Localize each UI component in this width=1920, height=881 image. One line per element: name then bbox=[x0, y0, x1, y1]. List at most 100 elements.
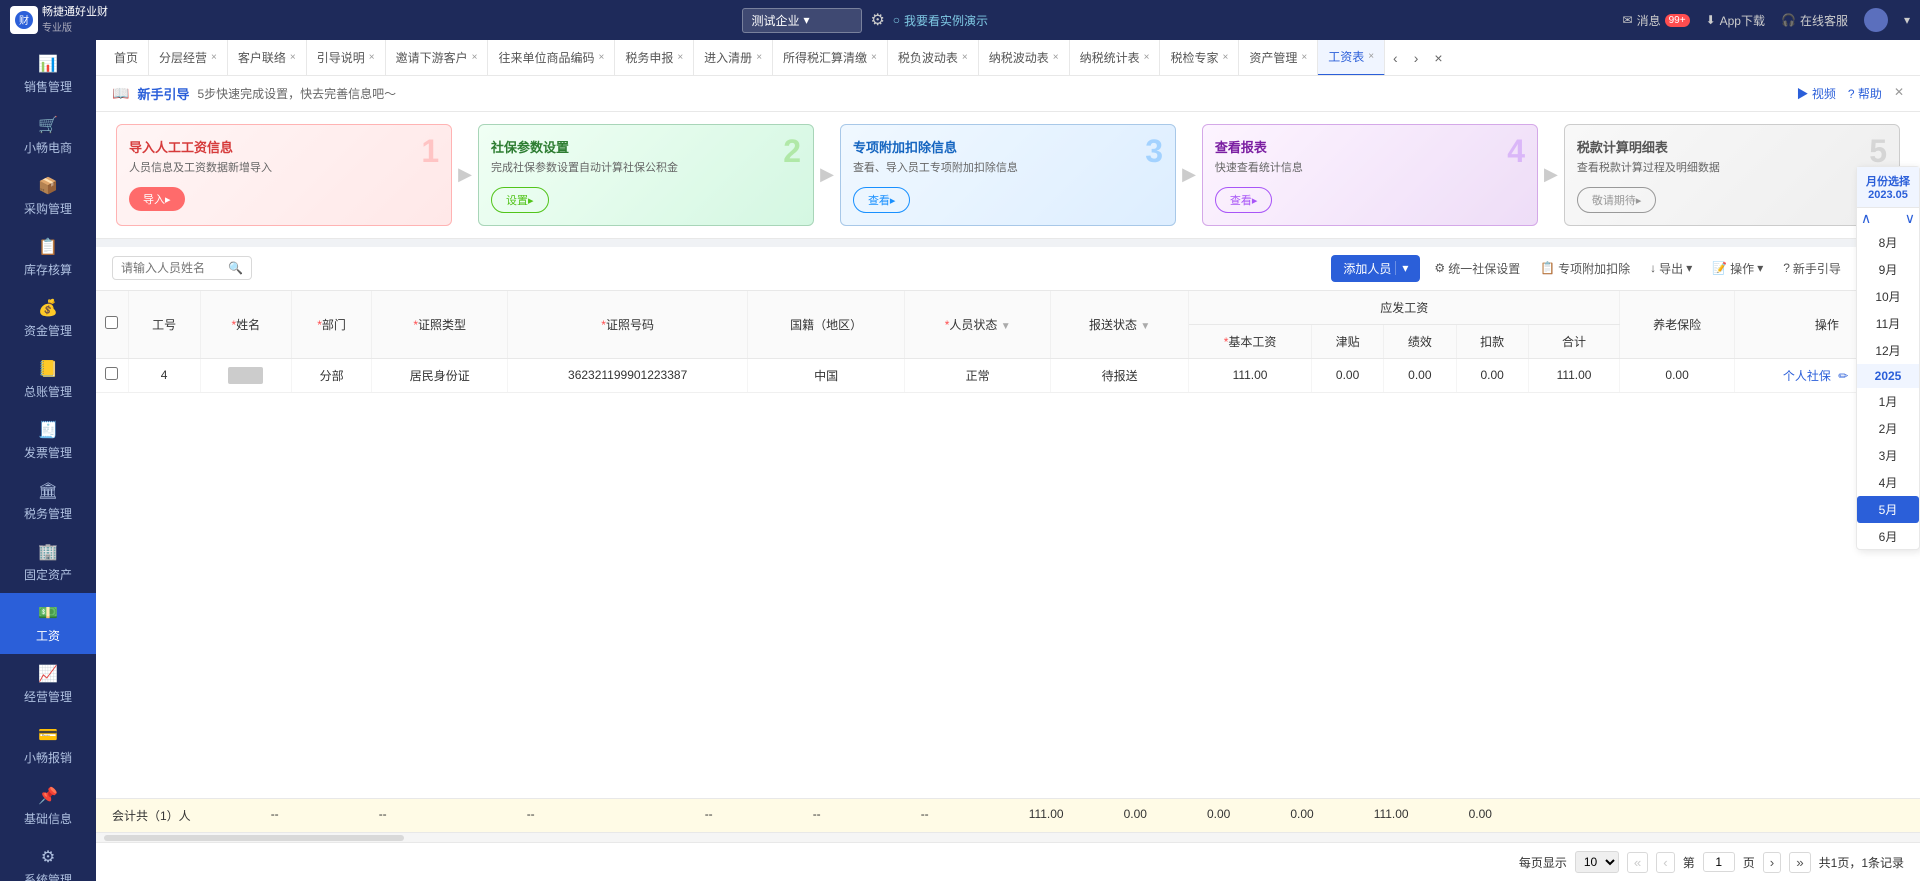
close-tab-asset-mgmt[interactable]: × bbox=[1301, 52, 1307, 63]
select-all-checkbox[interactable] bbox=[105, 316, 118, 329]
social-security-settings-btn[interactable]: ⚙ 统一社保设置 bbox=[1428, 256, 1526, 281]
step-btn-3[interactable]: 查看▸ bbox=[853, 187, 911, 213]
guide-help-link[interactable]: ? 帮助 bbox=[1848, 85, 1882, 102]
tab-tax-stats[interactable]: 纳税统计表× bbox=[1070, 40, 1161, 76]
settings-icon[interactable]: ⚙ bbox=[870, 10, 884, 30]
month-item-2[interactable]: 2月 bbox=[1857, 415, 1919, 442]
first-page-btn[interactable]: « bbox=[1627, 852, 1648, 873]
close-tab-clearance[interactable]: × bbox=[756, 52, 762, 63]
step-btn-4[interactable]: 查看▸ bbox=[1215, 187, 1273, 213]
search-box[interactable]: 🔍 bbox=[112, 256, 252, 280]
month-nav-up[interactable]: ∧ bbox=[1861, 210, 1871, 227]
tab-wage-table[interactable]: 工资表× bbox=[1318, 40, 1385, 76]
tab-layered[interactable]: 分层经营× bbox=[149, 40, 228, 76]
add-person-dropdown-icon[interactable]: ▾ bbox=[1395, 261, 1408, 275]
month-item-1[interactable]: 1月 bbox=[1857, 388, 1919, 415]
month-item-9[interactable]: 9月 bbox=[1857, 256, 1919, 283]
tab-tax-expert[interactable]: 税检专家× bbox=[1160, 40, 1239, 76]
demo-link[interactable]: ○ 我要看实例演示 bbox=[893, 12, 988, 29]
org-selector[interactable]: 测试企业 ▾ bbox=[742, 8, 862, 33]
sidebar-item-purchase[interactable]: 📦 采购管理 bbox=[0, 166, 96, 227]
sidebar-item-ecommerce[interactable]: 🛒 小畅电商 bbox=[0, 105, 96, 166]
horizontal-scroll-thumb[interactable] bbox=[104, 835, 404, 841]
month-item-6[interactable]: 6月 bbox=[1857, 523, 1919, 549]
month-item-4[interactable]: 4月 bbox=[1857, 469, 1919, 496]
footer-basewage: 111.00 bbox=[1029, 807, 1064, 824]
user-menu[interactable]: ▾ bbox=[1904, 13, 1910, 27]
month-item-10[interactable]: 10月 bbox=[1857, 283, 1919, 310]
step-title-4: 查看报表 bbox=[1215, 137, 1525, 156]
tabs-prev[interactable]: ‹ bbox=[1385, 50, 1406, 66]
sidebar-item-system[interactable]: ⚙ 系统管理 bbox=[0, 837, 96, 881]
status-filter-icon[interactable]: ▼ bbox=[1001, 321, 1011, 332]
tab-tax-wave[interactable]: 纳税波动表× bbox=[979, 40, 1070, 76]
sidebar-item-invoice[interactable]: 🧾 发票管理 bbox=[0, 410, 96, 471]
action-social-btn[interactable]: 个人社保 bbox=[1783, 369, 1831, 383]
month-item-3[interactable]: 3月 bbox=[1857, 442, 1919, 469]
close-tab-invite[interactable]: × bbox=[472, 52, 478, 63]
tab-product-code[interactable]: 往来单位商品编码× bbox=[488, 40, 615, 76]
close-tab-customer[interactable]: × bbox=[290, 52, 296, 63]
operations-btn[interactable]: 📝 操作 ▾ bbox=[1706, 256, 1769, 281]
action-edit-btn[interactable]: ✏ bbox=[1838, 369, 1848, 383]
step-btn-2[interactable]: 设置▸ bbox=[491, 187, 549, 213]
tabs-close-all[interactable]: × bbox=[1426, 50, 1450, 66]
tabs-next[interactable]: › bbox=[1406, 50, 1427, 66]
tab-tax-burden[interactable]: 税负波动表× bbox=[888, 40, 979, 76]
tab-customer[interactable]: 客户联络× bbox=[228, 40, 307, 76]
sidebar-item-basic[interactable]: 📌 基础信息 bbox=[0, 776, 96, 837]
sidebar-item-ledger[interactable]: 📒 总账管理 bbox=[0, 349, 96, 410]
close-tab-tax-burden[interactable]: × bbox=[962, 52, 968, 63]
sidebar-item-assets[interactable]: 🏢 固定资产 bbox=[0, 532, 96, 593]
month-nav-down[interactable]: ∨ bbox=[1905, 210, 1915, 227]
close-tab-income-tax[interactable]: × bbox=[871, 52, 877, 63]
close-tab-guide[interactable]: × bbox=[369, 52, 375, 63]
close-tab-product-code[interactable]: × bbox=[598, 52, 604, 63]
newguide-btn[interactable]: ? 新手引导 bbox=[1777, 256, 1847, 281]
next-page-btn[interactable]: › bbox=[1763, 852, 1781, 873]
app-download-btn[interactable]: ⬇ App下载 bbox=[1706, 12, 1765, 29]
sidebar-item-operations[interactable]: 📈 经营管理 bbox=[0, 654, 96, 715]
sidebar-item-tax[interactable]: 🏛 税务管理 bbox=[0, 471, 96, 532]
prev-page-btn[interactable]: ‹ bbox=[1656, 852, 1674, 873]
special-deduction-btn[interactable]: 📋 专项附加扣除 bbox=[1534, 256, 1636, 281]
add-person-button[interactable]: 添加人员 ▾ bbox=[1331, 255, 1420, 282]
sidebar-item-wage[interactable]: 💵 工资 bbox=[0, 593, 96, 654]
step-btn-5[interactable]: 敬请期待▸ bbox=[1577, 187, 1657, 213]
month-item-8[interactable]: 8月 bbox=[1857, 229, 1919, 256]
page-size-select[interactable]: 10 20 50 bbox=[1575, 851, 1619, 873]
message-btn[interactable]: ✉ 消息 99+ bbox=[1623, 12, 1690, 29]
sidebar-item-sales[interactable]: 📊 销售管理 bbox=[0, 44, 96, 105]
tab-home[interactable]: 首页 bbox=[104, 40, 149, 76]
guide-close-btn[interactable]: ✕ bbox=[1894, 85, 1904, 102]
tab-income-tax[interactable]: 所得税汇算清缴× bbox=[773, 40, 888, 76]
close-tab-tax-stats[interactable]: × bbox=[1144, 52, 1150, 63]
search-input[interactable] bbox=[121, 261, 224, 275]
sendstatus-filter-icon[interactable]: ▼ bbox=[1140, 321, 1150, 332]
tab-tax-declare[interactable]: 税务申报× bbox=[615, 40, 694, 76]
close-tab-wage-table[interactable]: × bbox=[1368, 51, 1374, 62]
month-item-5[interactable]: 5月 bbox=[1857, 496, 1919, 523]
export-btn[interactable]: ↓ 导出 ▾ bbox=[1644, 256, 1698, 281]
page-input[interactable] bbox=[1703, 852, 1735, 872]
row-checkbox[interactable] bbox=[105, 367, 118, 380]
sidebar-item-inventory[interactable]: 📋 库存核算 bbox=[0, 227, 96, 288]
month-item-11[interactable]: 11月 bbox=[1857, 310, 1919, 337]
close-tab-layered[interactable]: × bbox=[211, 52, 217, 63]
close-tab-tax-declare[interactable]: × bbox=[677, 52, 683, 63]
last-page-btn[interactable]: » bbox=[1789, 852, 1810, 873]
tab-clearance[interactable]: 进入清册× bbox=[694, 40, 773, 76]
month-item-12[interactable]: 12月 bbox=[1857, 337, 1919, 364]
user-avatar[interactable] bbox=[1864, 8, 1888, 32]
sidebar-item-expense[interactable]: 💳 小畅报销 bbox=[0, 715, 96, 776]
tab-guide[interactable]: 引导说明× bbox=[307, 40, 386, 76]
sidebar-item-finance[interactable]: 💰 资金管理 bbox=[0, 288, 96, 349]
tab-asset-mgmt[interactable]: 资产管理× bbox=[1239, 40, 1318, 76]
step-btn-1[interactable]: 导入▸ bbox=[129, 187, 185, 211]
tab-invite[interactable]: 邀请下游客户× bbox=[386, 40, 489, 76]
cell-nationality: 中国 bbox=[748, 358, 905, 392]
close-tab-tax-expert[interactable]: × bbox=[1222, 52, 1228, 63]
close-tab-tax-wave[interactable]: × bbox=[1053, 52, 1059, 63]
online-service-btn[interactable]: 🎧 在线客服 bbox=[1781, 12, 1848, 29]
guide-video-link[interactable]: ▶ 视频 bbox=[1797, 85, 1836, 102]
